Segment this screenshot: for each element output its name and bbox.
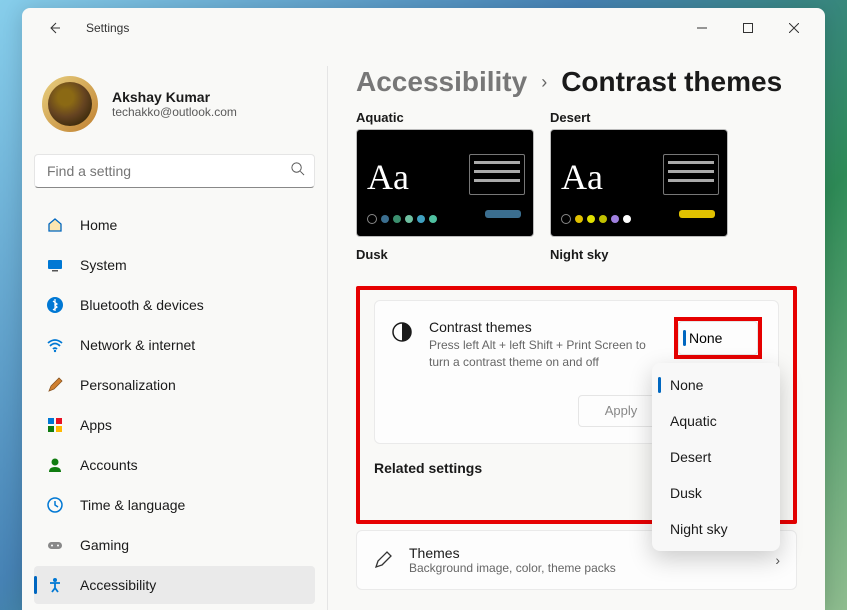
card-desc: Press left Alt + left Shift + Print Scre… bbox=[429, 337, 669, 371]
nav-apps[interactable]: Apps bbox=[34, 406, 315, 444]
themes-desc: Background image, color, theme packs bbox=[409, 561, 759, 575]
preview-col-aquatic: Aquatic Aa bbox=[356, 110, 534, 237]
nav-time-language[interactable]: Time & language bbox=[34, 486, 315, 524]
preview-tile-desert[interactable]: Aa bbox=[550, 129, 728, 237]
dropdown-option-night-sky[interactable]: Night sky bbox=[656, 511, 776, 547]
nav: Home System Bluetooth & devices Network … bbox=[34, 206, 315, 604]
accessibility-icon bbox=[46, 576, 64, 594]
search-icon bbox=[290, 161, 305, 181]
preview-button-icon bbox=[485, 210, 521, 218]
nav-label: Time & language bbox=[80, 497, 185, 513]
preview-label: Aquatic bbox=[356, 110, 534, 125]
preview-col-desert: Desert Aa bbox=[550, 110, 728, 237]
preview-window-icon bbox=[469, 154, 525, 195]
nav-label: Apps bbox=[80, 417, 112, 433]
preview-label: Desert bbox=[550, 110, 728, 125]
contrast-icon bbox=[391, 321, 413, 343]
sidebar: Akshay Kumar techakko@outlook.com Home S… bbox=[22, 48, 327, 610]
nav-network[interactable]: Network & internet bbox=[34, 326, 315, 364]
breadcrumb: Accessibility › Contrast themes bbox=[356, 66, 797, 98]
clock-globe-icon bbox=[46, 496, 64, 514]
brush-icon bbox=[46, 376, 64, 394]
close-icon bbox=[789, 23, 799, 33]
content: Akshay Kumar techakko@outlook.com Home S… bbox=[22, 48, 825, 610]
breadcrumb-parent[interactable]: Accessibility bbox=[356, 66, 527, 98]
nav-label: Accounts bbox=[80, 457, 138, 473]
nav-label: Gaming bbox=[80, 537, 129, 553]
maximize-icon bbox=[743, 23, 753, 33]
main-panel: Accessibility › Contrast themes Aquatic … bbox=[328, 48, 825, 610]
dropdown-option-none[interactable]: None bbox=[656, 367, 776, 403]
dropdown-selected-value: None bbox=[689, 330, 722, 346]
arrow-left-icon bbox=[46, 20, 62, 36]
window-title: Settings bbox=[86, 21, 129, 35]
preview-label-night-sky: Night sky bbox=[550, 247, 728, 262]
profile-text: Akshay Kumar techakko@outlook.com bbox=[112, 89, 237, 119]
preview-window-icon bbox=[663, 154, 719, 195]
home-icon bbox=[46, 216, 64, 234]
preview-palette-icon bbox=[367, 214, 437, 224]
minimize-icon bbox=[697, 23, 707, 33]
bluetooth-icon bbox=[46, 296, 64, 314]
contrast-themes-card: Contrast themes Press left Alt + left Sh… bbox=[374, 300, 779, 444]
nav-system[interactable]: System bbox=[34, 246, 315, 284]
nav-label: Personalization bbox=[80, 377, 176, 393]
settings-window: Settings Akshay Kumar techakko@outlook.c… bbox=[22, 8, 825, 610]
avatar bbox=[42, 76, 98, 132]
nav-label: Home bbox=[80, 217, 117, 233]
dropdown-highlight-annotation: None bbox=[674, 317, 762, 359]
nav-bluetooth[interactable]: Bluetooth & devices bbox=[34, 286, 315, 324]
search-input[interactable] bbox=[34, 154, 315, 188]
nav-accounts[interactable]: Accounts bbox=[34, 446, 315, 484]
theme-previews-row: Aquatic Aa Desert Aa bbox=[356, 110, 797, 237]
gamepad-icon bbox=[46, 536, 64, 554]
theme-dropdown[interactable]: None bbox=[678, 321, 758, 355]
apps-icon bbox=[46, 416, 64, 434]
preview-label-dusk: Dusk bbox=[356, 247, 534, 262]
nav-gaming[interactable]: Gaming bbox=[34, 526, 315, 564]
minimize-button[interactable] bbox=[679, 12, 725, 44]
nav-label: System bbox=[80, 257, 127, 273]
nav-label: Network & internet bbox=[80, 337, 195, 353]
nav-home[interactable]: Home bbox=[34, 206, 315, 244]
highlight-annotation: Contrast themes Press left Alt + left Sh… bbox=[356, 286, 797, 524]
dropdown-option-aquatic[interactable]: Aquatic bbox=[656, 403, 776, 439]
preview-tile-aquatic[interactable]: Aa bbox=[356, 129, 534, 237]
preview-palette-icon bbox=[561, 214, 631, 224]
preview-sample-text-icon: Aa bbox=[367, 156, 409, 198]
profile-email: techakko@outlook.com bbox=[112, 105, 237, 119]
preview-button-icon bbox=[679, 210, 715, 218]
dropdown-menu: None Aquatic Desert Dusk Night sky bbox=[652, 363, 780, 551]
profile-block[interactable]: Akshay Kumar techakko@outlook.com bbox=[34, 60, 315, 154]
titlebar: Settings bbox=[22, 8, 825, 48]
close-button[interactable] bbox=[771, 12, 817, 44]
titlebar-left: Settings bbox=[30, 12, 129, 44]
person-icon bbox=[46, 456, 64, 474]
nav-personalization[interactable]: Personalization bbox=[34, 366, 315, 404]
page-title: Contrast themes bbox=[561, 66, 782, 98]
system-icon bbox=[46, 256, 64, 274]
dropdown-option-desert[interactable]: Desert bbox=[656, 439, 776, 475]
search-box bbox=[34, 154, 315, 188]
profile-name: Akshay Kumar bbox=[112, 89, 237, 105]
wifi-icon bbox=[46, 336, 64, 354]
preview-bottom-labels: Dusk Night sky bbox=[356, 247, 797, 262]
nav-accessibility[interactable]: Accessibility bbox=[34, 566, 315, 604]
window-controls bbox=[679, 12, 817, 44]
preview-sample-text-icon: Aa bbox=[561, 156, 603, 198]
nav-label: Accessibility bbox=[80, 577, 156, 593]
chevron-right-icon: › bbox=[541, 72, 547, 93]
pen-icon bbox=[373, 550, 393, 570]
chevron-right-icon: › bbox=[775, 552, 780, 568]
maximize-button[interactable] bbox=[725, 12, 771, 44]
back-button[interactable] bbox=[38, 12, 70, 44]
nav-label: Bluetooth & devices bbox=[80, 297, 204, 313]
dropdown-option-dusk[interactable]: Dusk bbox=[656, 475, 776, 511]
